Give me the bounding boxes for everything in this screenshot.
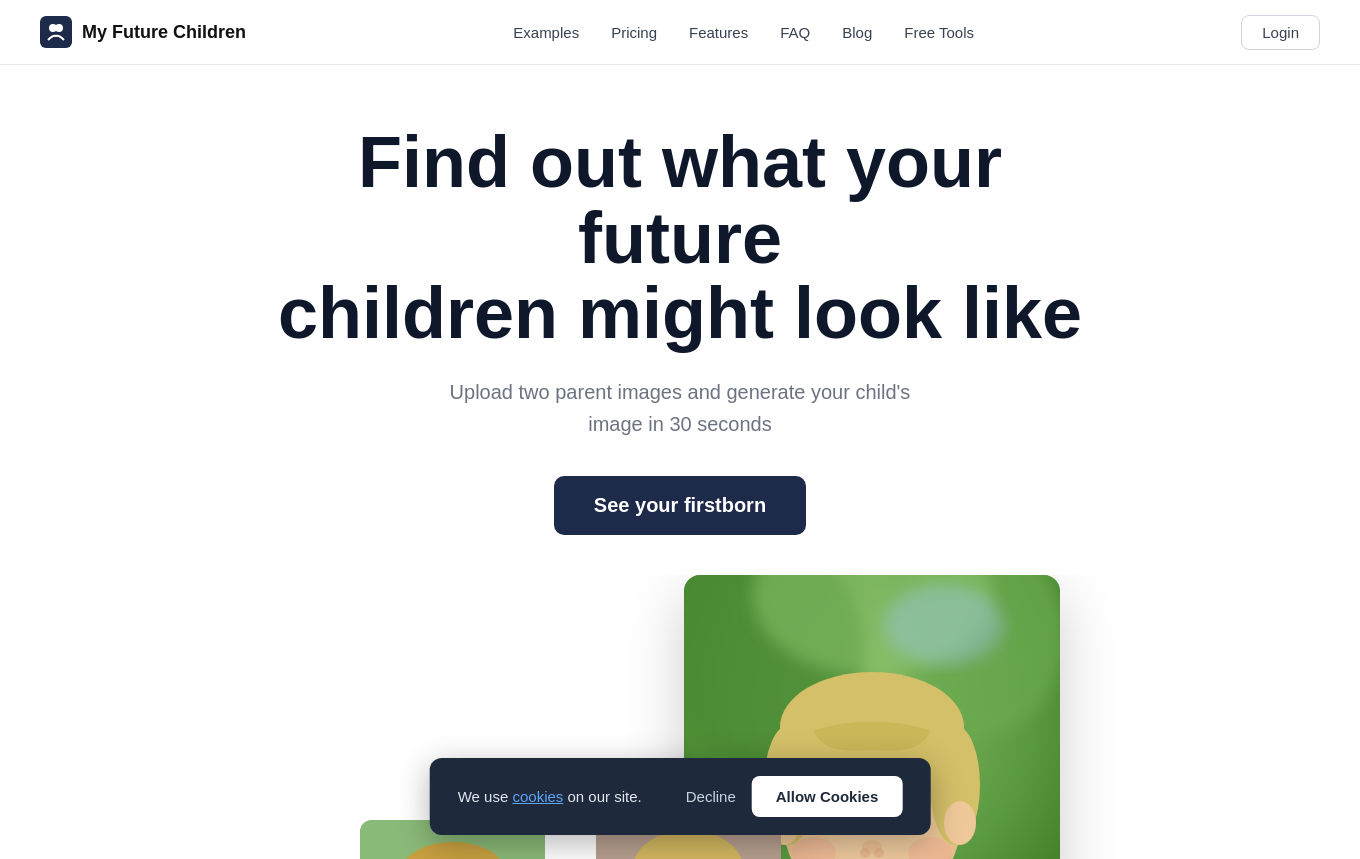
logo-text: My Future Children [82, 22, 246, 43]
cta-button[interactable]: See your firstborn [554, 476, 806, 535]
nav-faq[interactable]: FAQ [780, 24, 810, 41]
navbar: My Future Children Examples Pricing Feat… [0, 0, 1360, 65]
logo-icon [40, 16, 72, 48]
decline-button[interactable]: Decline [682, 780, 740, 813]
hero-section: Find out what your future children might… [0, 65, 1360, 859]
nav-links: Examples Pricing Features FAQ Blog Free … [513, 24, 974, 41]
cookie-actions: Decline Allow Cookies [682, 776, 903, 817]
nav-examples[interactable]: Examples [513, 24, 579, 41]
hero-subtext: Upload two parent images and generate yo… [420, 376, 940, 440]
logo-svg [46, 22, 66, 42]
login-button[interactable]: Login [1241, 15, 1320, 50]
nav-features[interactable]: Features [689, 24, 748, 41]
nav-blog[interactable]: Blog [842, 24, 872, 41]
cookie-banner: We use cookies on our site. Decline Allo… [430, 758, 931, 835]
nav-pricing[interactable]: Pricing [611, 24, 657, 41]
svg-point-44 [944, 801, 976, 845]
nav-free-tools[interactable]: Free Tools [904, 24, 974, 41]
cookie-link[interactable]: cookies [512, 788, 563, 805]
logo[interactable]: My Future Children [40, 16, 246, 48]
svg-point-54 [860, 848, 870, 858]
svg-point-1 [55, 24, 63, 32]
svg-point-36 [884, 585, 1004, 665]
svg-point-55 [874, 848, 884, 858]
hero-headline: Find out what your future children might… [250, 125, 1110, 352]
allow-cookies-button[interactable]: Allow Cookies [752, 776, 903, 817]
cookie-text: We use cookies on our site. [458, 788, 642, 805]
